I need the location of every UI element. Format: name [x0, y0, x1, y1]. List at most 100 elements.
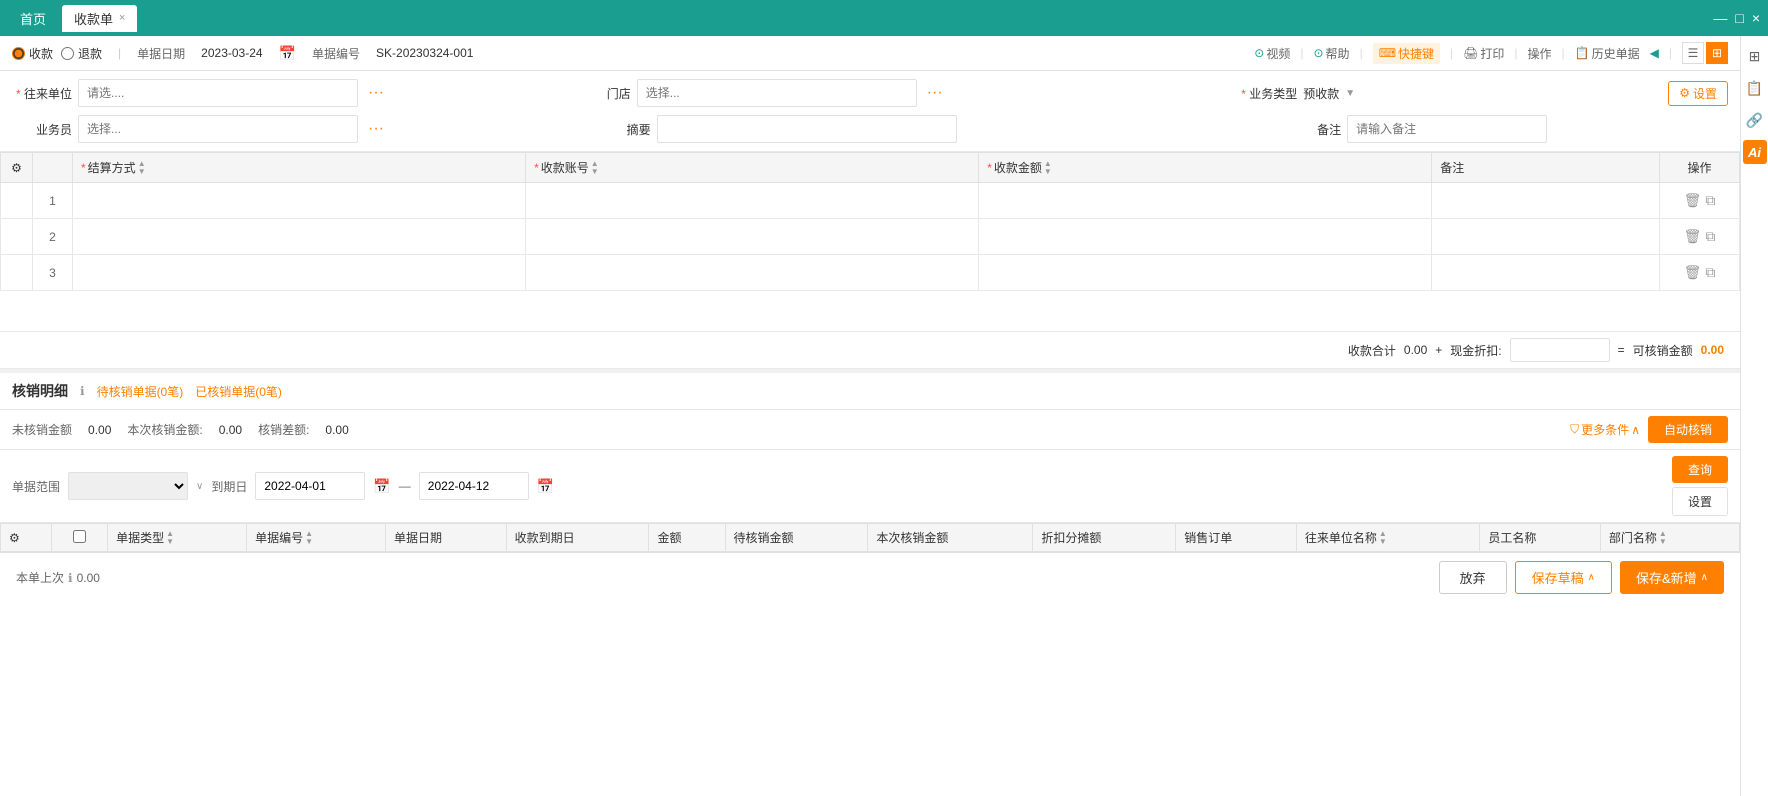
window-close-btn[interactable]: × — [1752, 10, 1760, 26]
biz-type-arrow[interactable]: ▼ — [1345, 88, 1355, 99]
calendar-icon[interactable]: 📅 — [279, 45, 296, 62]
radio-refund[interactable]: 退款 — [61, 45, 102, 62]
radio-receive-input[interactable] — [12, 47, 25, 60]
copy-row-1-btn[interactable]: ⧉ — [1705, 192, 1715, 209]
prev-btn[interactable]: ◀ — [1650, 46, 1659, 60]
to-calendar-icon[interactable]: 📅 — [537, 478, 554, 495]
vcol-checkbox[interactable] — [52, 524, 108, 552]
ops-btn[interactable]: 操作 — [1528, 45, 1552, 62]
prev-info: 本单上次 ℹ 0.00 — [16, 569, 100, 586]
receipt-tab[interactable]: 收款单 × — [62, 5, 137, 32]
summary-input[interactable] — [657, 115, 957, 143]
sidebar-doc-icon[interactable]: 📋 — [1743, 76, 1767, 100]
row-settle-2[interactable] — [73, 219, 526, 255]
verify-setting-btn[interactable]: 设置 — [1672, 487, 1728, 516]
row-account-3[interactable] — [526, 255, 979, 291]
staff-input[interactable] — [78, 115, 358, 143]
grid-view-btn[interactable]: ⊞ — [1706, 42, 1728, 64]
select-all-checkbox[interactable] — [73, 530, 86, 543]
delete-row-2-btn[interactable]: 🗑 — [1684, 228, 1702, 245]
vcol-current: 本次核销金额 — [868, 524, 1033, 552]
home-tab[interactable]: 首页 — [8, 5, 58, 32]
partner-input[interactable] — [78, 79, 358, 107]
window-min-btn[interactable]: — — [1713, 10, 1727, 26]
history-btn[interactable]: 📋 历史单据 — [1575, 45, 1640, 62]
sidebar-table-icon[interactable]: ⊞ — [1743, 44, 1767, 68]
row-no-3: 3 — [33, 255, 73, 291]
sidebar-ai-icon[interactable]: Ai — [1743, 140, 1767, 164]
col-amount-header: * 收款金额 ▲▼ — [979, 153, 1432, 183]
row-amount-3[interactable] — [979, 255, 1432, 291]
close-tab-icon[interactable]: × — [119, 12, 125, 24]
save-draft-btn[interactable]: 保存草稿 ∧ — [1515, 561, 1612, 594]
prev-info-icon[interactable]: ℹ — [68, 571, 73, 585]
done-tab[interactable]: 已核销单据(0笔) — [195, 383, 282, 400]
discount-label: 现金折扣: — [1450, 342, 1501, 359]
discard-btn[interactable]: 放弃 — [1439, 561, 1507, 594]
partner-field: * 往来单位 ··· — [12, 79, 551, 107]
receipt-table: ⚙ * 结算方式 ▲▼ * 收款账号 ▲▼ — [0, 152, 1740, 291]
window-controls: — □ × — [1713, 10, 1760, 26]
delete-row-3-btn[interactable]: 🗑 — [1684, 264, 1702, 281]
save-new-btn[interactable]: 保存&新增 ∧ — [1620, 561, 1724, 594]
due-date-label: 到期日 — [211, 478, 247, 495]
col-settle-header: * 结算方式 ▲▼ — [73, 153, 526, 183]
video-btn[interactable]: ⊙ 视频 — [1254, 45, 1290, 62]
help-btn[interactable]: ⊙ 帮助 — [1313, 45, 1349, 62]
from-calendar-icon[interactable]: 📅 — [373, 478, 390, 495]
partner-more-btn[interactable]: ··· — [364, 85, 388, 101]
setting-btn[interactable]: ⚙ 设置 — [1668, 81, 1728, 106]
radio-refund-input[interactable] — [61, 47, 74, 60]
discount-input[interactable] — [1510, 338, 1610, 362]
query-btn[interactable]: 查询 — [1672, 456, 1728, 483]
row-remark-2[interactable] — [1432, 219, 1660, 255]
due-date-from[interactable] — [255, 472, 365, 500]
radio-receive[interactable]: 收款 — [12, 45, 53, 62]
row-settle-3[interactable] — [73, 255, 526, 291]
remark-input[interactable] — [1347, 115, 1547, 143]
auto-verify-btn[interactable]: 自动核销 — [1648, 416, 1728, 443]
verify-info-icon[interactable]: ℹ — [80, 384, 85, 398]
vcol-amount: 金额 — [649, 524, 725, 552]
shop-more-btn[interactable]: ··· — [923, 85, 947, 101]
date-value: 2023-03-24 — [201, 46, 262, 60]
shortcut-btn[interactable]: ⌨ 快捷键 — [1373, 43, 1440, 64]
radio-receive-label: 收款 — [29, 45, 53, 62]
equals-sign: = — [1618, 343, 1625, 357]
sidebar-link-icon[interactable]: 🔗 — [1743, 108, 1767, 132]
row-settle-1[interactable] — [73, 183, 526, 219]
vcol-staff: 员工名称 — [1480, 524, 1601, 552]
copy-row-2-btn[interactable]: ⧉ — [1705, 228, 1715, 245]
pending-tab[interactable]: 待核销单据(0笔) — [97, 383, 184, 400]
delete-row-1-btn[interactable]: 🗑 — [1684, 192, 1702, 209]
form-row-2: 业务员 ··· 摘要 备注 — [12, 115, 1728, 143]
copy-row-3-btn[interactable]: ⧉ — [1705, 264, 1715, 281]
save-draft-arrow: ∧ — [1588, 572, 1595, 583]
more-filter-btn[interactable]: ⛉ 更多条件 ∧ — [1570, 421, 1640, 438]
staff-more-btn[interactable]: ··· — [364, 121, 388, 137]
verify-stats: 未核销金额 0.00 本次核销金额: 0.00 核销差额: 0.00 ⛉ 更多条… — [0, 410, 1740, 450]
toolbar: 收款 退款 | 单据日期 2023-03-24 📅 单据编号 SK-202303… — [0, 36, 1740, 71]
filter-range-arrow[interactable]: ∨ — [196, 481, 203, 492]
shop-input[interactable] — [637, 79, 917, 107]
row-remark-1[interactable] — [1432, 183, 1660, 219]
print-btn[interactable]: 🖨 打印 — [1463, 45, 1504, 62]
form-section: * 往来单位 ··· 门店 ··· * 业务类型 预收款 ▼ — [0, 71, 1740, 152]
window-max-btn[interactable]: □ — [1735, 10, 1743, 26]
date-sep: — — [399, 479, 411, 493]
row-amount-1[interactable] — [979, 183, 1432, 219]
col-no-header — [33, 153, 73, 183]
staff-field: 业务员 ··· — [12, 115, 571, 143]
row-amount-2[interactable] — [979, 219, 1432, 255]
col-action-header: 操作 — [1660, 153, 1740, 183]
table-row: 3 🗑 ⧉ — [1, 255, 1740, 291]
due-date-to[interactable] — [419, 472, 529, 500]
row-account-2[interactable] — [526, 219, 979, 255]
vcol-no: 单据编号 ▲▼ — [247, 524, 386, 552]
row-remark-3[interactable] — [1432, 255, 1660, 291]
filter-range-select[interactable] — [68, 472, 188, 500]
vcol-gear[interactable]: ⚙ — [1, 524, 52, 552]
row-account-1[interactable] — [526, 183, 979, 219]
list-view-btn[interactable]: ☰ — [1682, 42, 1704, 64]
col-gear[interactable]: ⚙ — [1, 153, 33, 183]
